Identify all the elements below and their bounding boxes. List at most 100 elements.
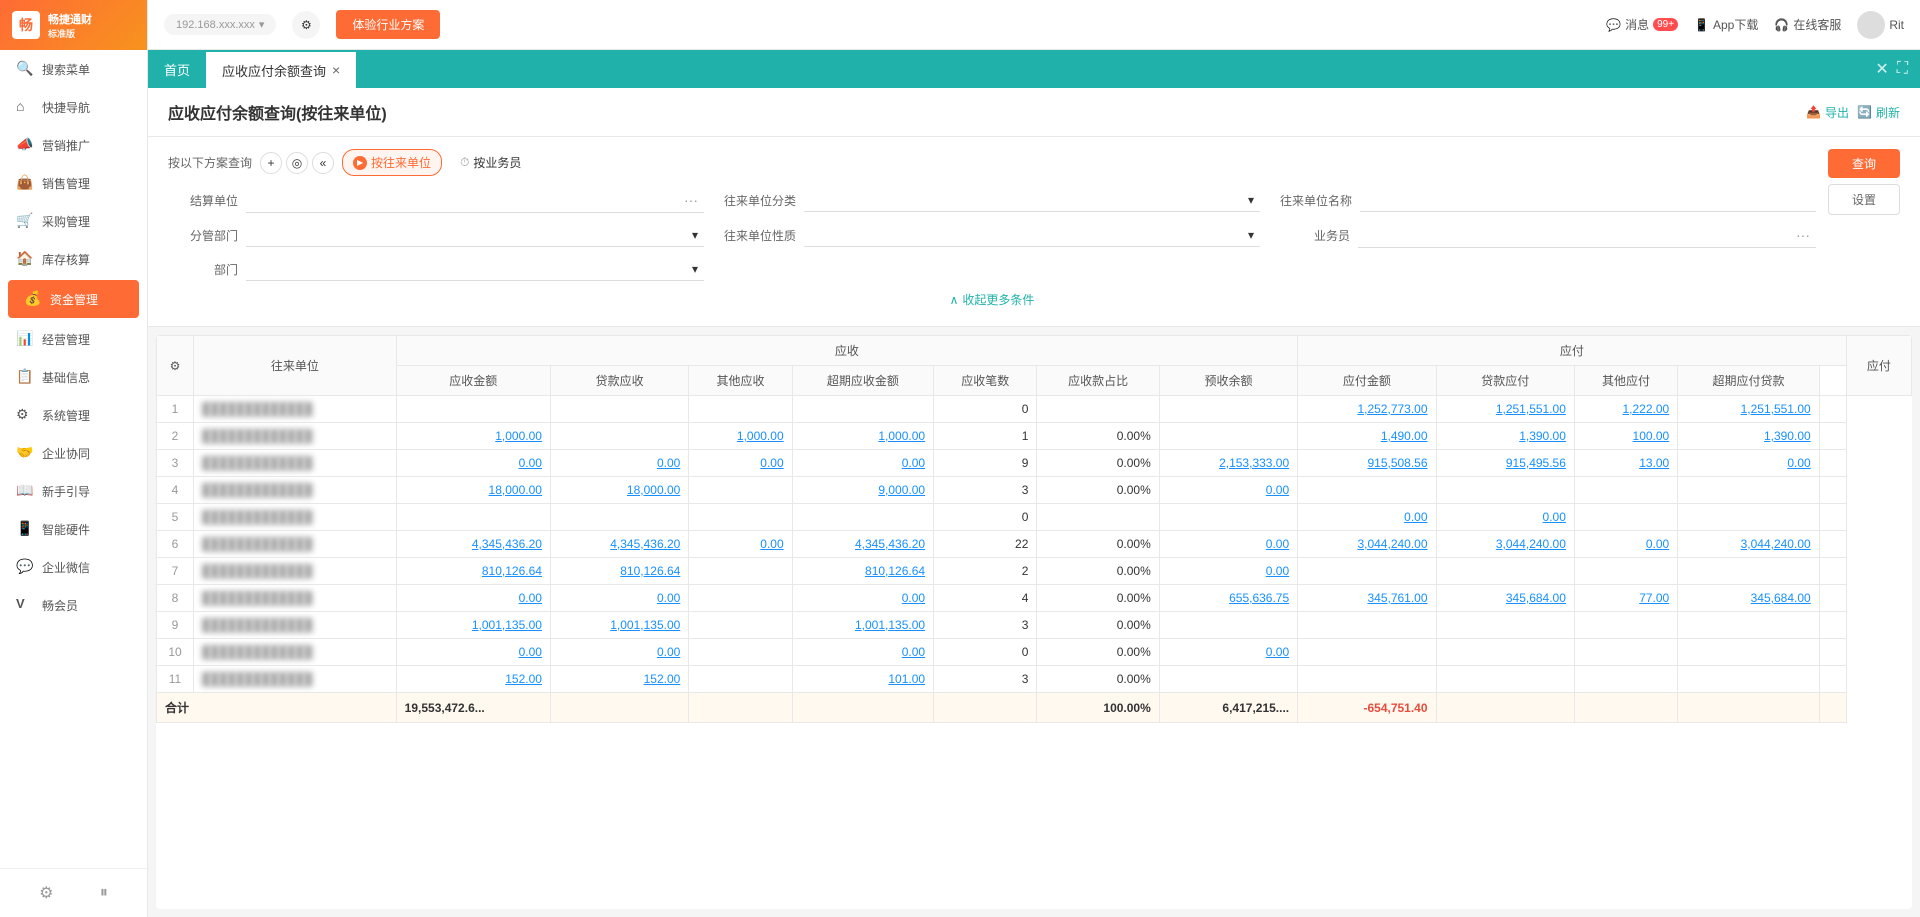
row-ar-other <box>689 612 792 639</box>
row-ap-other <box>1574 666 1677 693</box>
topbar: 192.168.xxx.xxx ▾ ⚙ 体验行业方案 💬 消息 99+ 📱 Ap… <box>148 0 1920 50</box>
row-ar-count: 0 <box>934 504 1037 531</box>
row-ar-loan: 1,001,135.00 <box>550 612 688 639</box>
row-ap-overdue: 0.00 <box>1678 450 1819 477</box>
dept-manager-select[interactable]: ▾ <box>246 224 704 247</box>
app-download-btn[interactable]: 📱 App下载 <box>1694 16 1758 33</box>
row-ar-ratio: 0.00% <box>1037 666 1159 693</box>
salesman-input[interactable]: ··· <box>1358 223 1816 248</box>
row-ap-overdue: 1,251,551.00 <box>1678 396 1819 423</box>
sidebar-item-search-menu[interactable]: 🔍 搜索菜单 <box>0 50 147 88</box>
sidebar-item-guide[interactable]: 📖 新手引导 <box>0 472 147 510</box>
total-ap2 <box>1819 693 1846 723</box>
hardware-icon: 📱 <box>16 520 34 538</box>
dept-select[interactable]: ▾ <box>246 258 704 281</box>
th-partner: 往来单位 <box>194 336 397 396</box>
row-ap: 915,508.56 <box>1298 450 1436 477</box>
export-btn[interactable]: 📤 导出 <box>1806 104 1849 121</box>
row-ar-overdue: 0.00 <box>792 450 933 477</box>
th-ar-overdue: 超期应收金额 <box>792 366 933 396</box>
row-ap-overdue <box>1678 477 1819 504</box>
filter-row-dept-manager: 分管部门 ▾ <box>168 223 704 248</box>
refresh-btn[interactable]: 🔄 刷新 <box>1857 104 1900 121</box>
row-ap-other <box>1574 639 1677 666</box>
operations-icon: 📊 <box>16 330 34 348</box>
topbar-gear-btn[interactable]: ⚙ <box>292 11 320 39</box>
row-ar-other <box>689 558 792 585</box>
row-ar-ratio: 0.00% <box>1037 477 1159 504</box>
table-row: 4█████████████18,000.0018,000.009,000.00… <box>157 477 1912 504</box>
row-ar-loan: 0.00 <box>550 585 688 612</box>
sidebar-item-purchase[interactable]: 🛒 采购管理 <box>0 202 147 240</box>
row-ar: 18,000.00 <box>396 477 550 504</box>
sidebar-item-enterprise[interactable]: 🤝 企业协同 <box>0 434 147 472</box>
row-ap-loan <box>1436 666 1574 693</box>
tab-close-window-btn[interactable]: ✕ <box>1875 59 1888 79</box>
industry-solution-btn[interactable]: 体验行业方案 <box>336 10 440 39</box>
tab-expand-btn[interactable]: ⛶ <box>1897 60 1908 78</box>
sidebar-item-sales[interactable]: 👜 销售管理 <box>0 164 147 202</box>
partner-category-select[interactable]: ▾ <box>804 189 1260 212</box>
sidebar-item-quick-nav[interactable]: ⌂ 快捷导航 <box>0 88 147 126</box>
set-btn[interactable]: 设置 <box>1828 184 1900 215</box>
sidebar-item-operations[interactable]: 📊 经营管理 <box>0 320 147 358</box>
row-ap-loan <box>1436 612 1574 639</box>
row-ap-loan <box>1436 477 1574 504</box>
filter-collapse-btn[interactable]: ∧ 收起更多条件 <box>168 285 1816 314</box>
sidebar-item-basic[interactable]: 📋 基础信息 <box>0 358 147 396</box>
row-ar-loan: 0.00 <box>550 450 688 477</box>
sidebar-item-marketing[interactable]: 📣 营销推广 <box>0 126 147 164</box>
row-ap2 <box>1819 450 1846 477</box>
row-num: 6 <box>157 531 194 558</box>
row-ap-loan: 345,684.00 <box>1436 585 1574 612</box>
th-settings[interactable]: ⚙ <box>157 336 194 396</box>
row-ar: 1,000.00 <box>396 423 550 450</box>
row-ar-loan: 810,126.64 <box>550 558 688 585</box>
sidebar-settings-btn[interactable]: ⚙ <box>39 883 53 903</box>
back-scheme-btn[interactable]: « <box>312 152 334 174</box>
row-ap <box>1298 477 1436 504</box>
sidebar-item-finance[interactable]: 💰 资金管理 <box>8 280 139 318</box>
row-ar-count: 2 <box>934 558 1037 585</box>
tab-home[interactable]: 首页 <box>148 50 206 88</box>
sidebar-item-inventory[interactable]: 🏠 库存核算 <box>0 240 147 278</box>
table-row: 7█████████████810,126.64810,126.64810,12… <box>157 558 1912 585</box>
sidebar-item-wechat[interactable]: 💬 企业微信 <box>0 548 147 586</box>
sidebar-collapse-btn[interactable]: ⏸ <box>100 884 108 902</box>
row-ar-count: 4 <box>934 585 1037 612</box>
online-service-btn[interactable]: 🎧 在线客服 <box>1774 16 1841 33</box>
row-ar-loan: 152.00 <box>550 666 688 693</box>
sidebar-logo: 畅 畅捷通财 标准版 <box>0 0 147 50</box>
row-ar-loan: 0.00 <box>550 639 688 666</box>
user-profile[interactable]: Rit <box>1857 11 1904 39</box>
row-advance: 655,636.75 <box>1159 585 1297 612</box>
row-partner-name: █████████████ <box>194 612 397 639</box>
sidebar-item-hardware[interactable]: 📱 智能硬件 <box>0 510 147 548</box>
tab-ar-ap[interactable]: 应收应付余额查询 × <box>206 50 356 88</box>
row-ar-ratio: 0.00% <box>1037 558 1159 585</box>
row-num: 11 <box>157 666 194 693</box>
settlement-unit-input[interactable]: ··· <box>246 188 704 213</box>
partner-nature-select[interactable]: ▾ <box>804 224 1260 247</box>
query-btn[interactable]: 查询 <box>1828 149 1900 178</box>
target-scheme-btn[interactable]: ◎ <box>286 152 308 174</box>
row-ap-loan: 1,251,551.00 <box>1436 396 1574 423</box>
scheme-by-salesman[interactable]: ⏱ 按业务员 <box>450 150 531 175</box>
sidebar-item-system[interactable]: ⚙ 系统管理 <box>0 396 147 434</box>
row-partner-name: █████████████ <box>194 504 397 531</box>
row-ar-other <box>689 504 792 531</box>
row-partner-name: █████████████ <box>194 477 397 504</box>
sidebar-item-member[interactable]: V 畅会员 <box>0 586 147 624</box>
row-ar-ratio: 0.00% <box>1037 423 1159 450</box>
service-icon: 🎧 <box>1774 18 1789 32</box>
tab-close-btn[interactable]: × <box>332 62 340 78</box>
partner-name-input[interactable] <box>1360 189 1816 212</box>
table-row: 2█████████████1,000.001,000.001,000.0010… <box>157 423 1912 450</box>
scheme-by-unit[interactable]: ▶ 按往来单位 <box>342 149 442 176</box>
search-menu-icon: 🔍 <box>16 60 34 78</box>
add-scheme-btn[interactable]: + <box>260 152 282 174</box>
row-partner-name: █████████████ <box>194 558 397 585</box>
row-ar-overdue: 0.00 <box>792 639 933 666</box>
row-ar-other <box>689 639 792 666</box>
message-btn[interactable]: 💬 消息 99+ <box>1606 16 1678 33</box>
